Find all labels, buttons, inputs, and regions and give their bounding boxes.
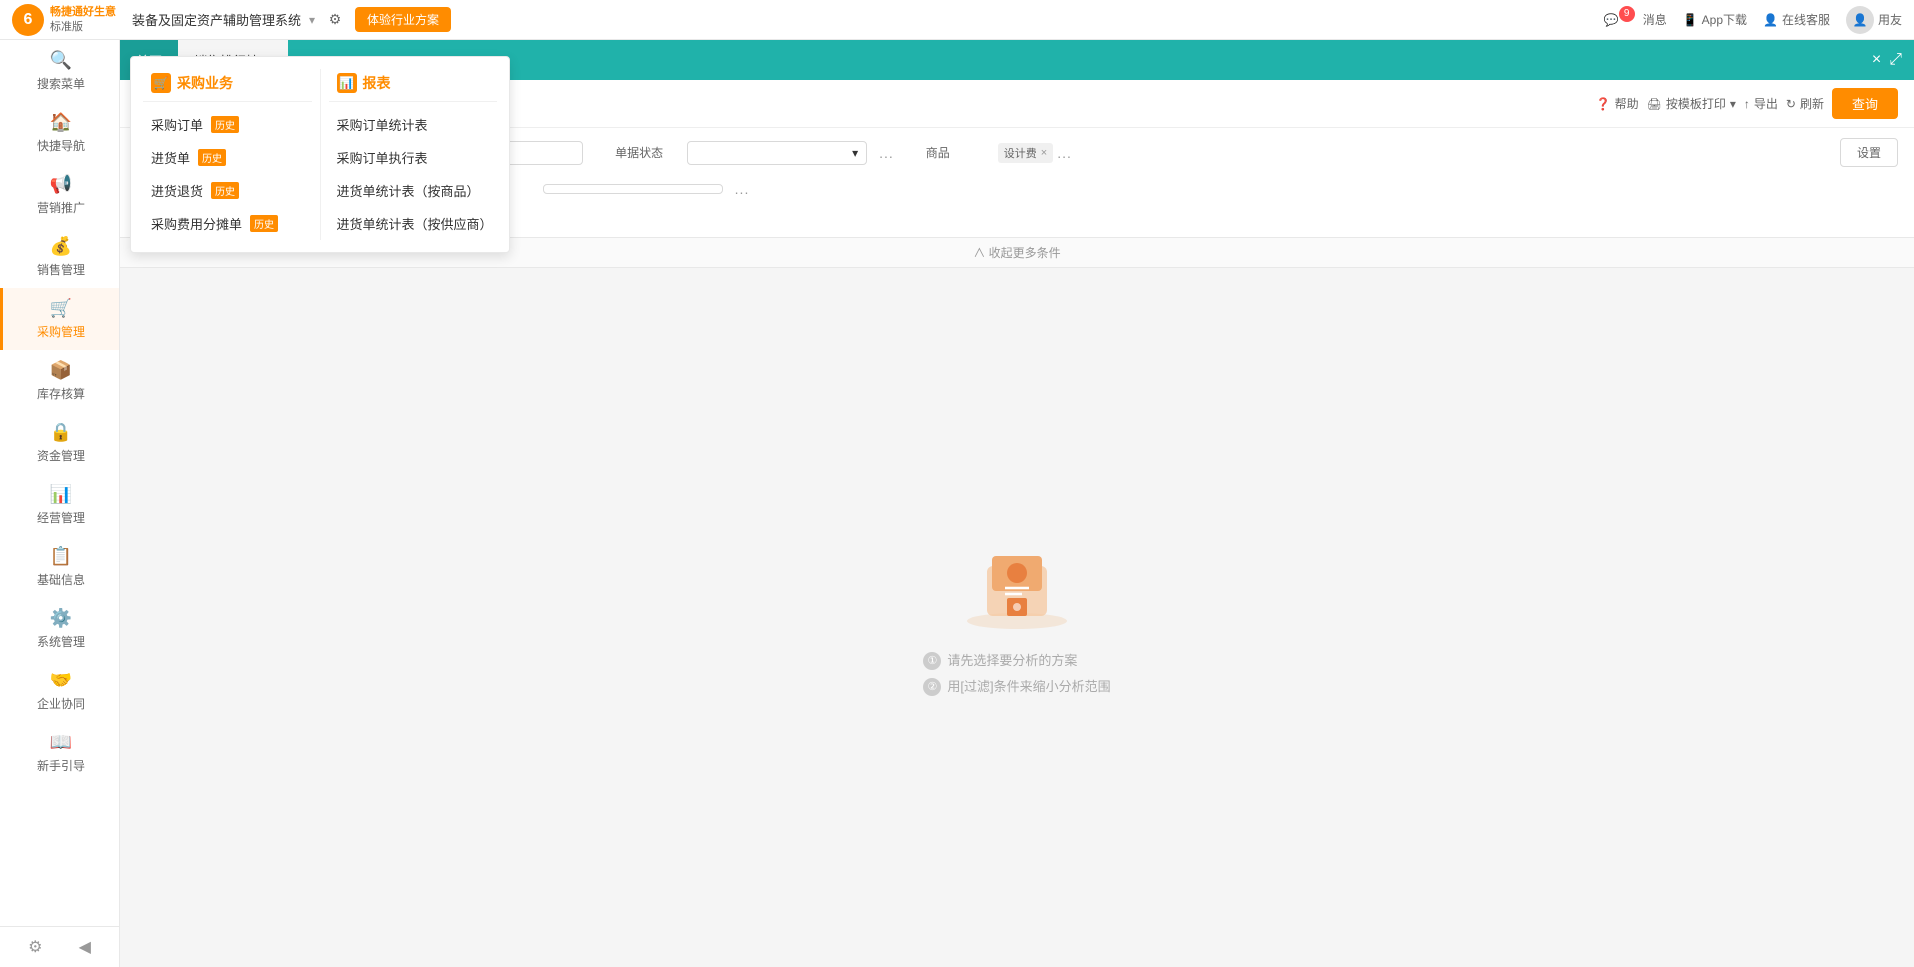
system-dropdown-arrow[interactable]: ▾ bbox=[309, 13, 315, 27]
menu-col-purchase-title: 🛒 采购业务 bbox=[143, 69, 312, 102]
history-badge-2: 历史 bbox=[198, 149, 226, 166]
home-icon: 🏠 bbox=[50, 112, 72, 133]
empty-state: ① 请先选择要分析的方案 ② 用[过滤]条件来缩小分析范围 bbox=[120, 268, 1914, 967]
guide-icon: 📖 bbox=[50, 732, 72, 753]
top-header: 6 畅捷通好生意 标准版 装备及固定资产辅助管理系统 ▾ ⚙ 体验行业方案 💬 … bbox=[0, 0, 1914, 40]
sidebar-item-nav[interactable]: 🏠 快捷导航 bbox=[0, 102, 119, 164]
service-icon: 👤 bbox=[1763, 13, 1778, 27]
basic-icon: 📋 bbox=[50, 546, 72, 567]
system-name: 装备及固定资产辅助管理系统 bbox=[132, 10, 301, 29]
goods-label: 商品 bbox=[926, 144, 986, 161]
logo-icon: 6 bbox=[12, 4, 44, 36]
print-btn[interactable]: 🖨 按模板打印 ▾ bbox=[1647, 95, 1736, 112]
sidebar-item-operation[interactable]: 📊 经营管理 bbox=[0, 474, 119, 536]
menu-item-goods-stat-by-goods[interactable]: 进货单统计表（按商品） bbox=[329, 174, 498, 207]
sidebar-settings-icon[interactable]: ⚙ bbox=[28, 937, 42, 957]
menu-col-report: 📊 报表 采购订单统计表 采购订单执行表 进货单统计表（按商品） 进货单统计表（… bbox=[329, 69, 498, 240]
history-badge-3: 历史 bbox=[211, 182, 239, 199]
operation-icon: 📊 bbox=[50, 484, 72, 505]
header-middle: 装备及固定资产辅助管理系统 ▾ ⚙ 体验行业方案 bbox=[132, 7, 1604, 32]
sidebar-bottom: ⚙ ◀ bbox=[0, 926, 119, 967]
sidebar-item-guide[interactable]: 📖 新手引导 bbox=[0, 722, 119, 784]
sidebar-item-inventory[interactable]: 📦 库存核算 bbox=[0, 350, 119, 412]
sidebar-item-system[interactable]: ⚙️ 系统管理 bbox=[0, 598, 119, 660]
user-avatar: 👤 bbox=[1846, 6, 1874, 34]
message-icon: 💬 bbox=[1604, 13, 1619, 27]
setting-button[interactable]: 设置 bbox=[1840, 138, 1898, 167]
inventory-icon: 📦 bbox=[50, 360, 72, 381]
goods-filter: 设计费 × ... bbox=[998, 143, 1072, 163]
status-select-arrow: ▾ bbox=[852, 146, 858, 160]
refresh-icon: ↻ bbox=[1786, 97, 1796, 111]
print-icon: 🖨 bbox=[1647, 97, 1662, 111]
sidebar-item-purchase[interactable]: 🛒 采购管理 bbox=[0, 288, 119, 350]
marketing-icon: 📢 bbox=[50, 174, 72, 195]
salesperson-ellipsis[interactable]: ... bbox=[735, 181, 750, 197]
logo-text: 畅捷通好生意 标准版 bbox=[50, 5, 116, 34]
gear-icon[interactable]: ⚙ bbox=[323, 8, 347, 32]
goods-tag-close[interactable]: × bbox=[1041, 147, 1047, 159]
sidebar-item-corp[interactable]: 🤝 企业协同 bbox=[0, 660, 119, 722]
help-btn[interactable]: ❓ 帮助 bbox=[1596, 95, 1639, 112]
hint-item-2: ② 用[过滤]条件来缩小分析范围 bbox=[923, 674, 1110, 700]
search-icon: 🔍 bbox=[50, 50, 72, 71]
corp-icon: 🤝 bbox=[50, 670, 72, 691]
header-right: 💬 9 消息 📱 App下载 👤 在线客服 👤 用友 bbox=[1604, 6, 1902, 34]
menu-item-purchase-order-stat[interactable]: 采购订单统计表 bbox=[329, 108, 498, 141]
menu-col-purchase: 🛒 采购业务 采购订单 历史 进货单 历史 进货退货 历史 采购费用分摊单 历史 bbox=[143, 69, 312, 240]
sidebar-item-search[interactable]: 🔍 搜索菜单 bbox=[0, 40, 119, 102]
status-ellipsis[interactable]: ... bbox=[879, 145, 894, 161]
sidebar-item-sales[interactable]: 💰 销售管理 bbox=[0, 226, 119, 288]
menu-item-purchase-order[interactable]: 采购订单 历史 bbox=[143, 108, 312, 141]
menu-item-goods-return[interactable]: 进货退货 历史 bbox=[143, 174, 312, 207]
menu-item-purchase-expense[interactable]: 采购费用分摊单 历史 bbox=[143, 207, 312, 240]
report-col-icon: 📊 bbox=[337, 73, 357, 93]
app-download-action[interactable]: 📱 App下载 bbox=[1683, 11, 1747, 28]
online-service-action[interactable]: 👤 在线客服 bbox=[1763, 11, 1830, 28]
sidebar-collapse-icon[interactable]: ◀ bbox=[79, 937, 91, 957]
sidebar-item-finance[interactable]: 🔒 资金管理 bbox=[0, 412, 119, 474]
menu-divider bbox=[320, 69, 321, 240]
hint-num-1: ① bbox=[923, 652, 941, 670]
industry-btn[interactable]: 体验行业方案 bbox=[355, 7, 451, 32]
empty-illustration bbox=[957, 536, 1077, 636]
hint-num-2: ② bbox=[923, 678, 941, 696]
menu-item-goods-receipt[interactable]: 进货单 历史 bbox=[143, 141, 312, 174]
sidebar: 🔍 搜索菜单 🏠 快捷导航 📢 营销推广 💰 销售管理 🛒 采购管理 📦 库存核… bbox=[0, 40, 120, 967]
user-action[interactable]: 👤 用友 bbox=[1846, 6, 1902, 34]
purchase-icon: 🛒 bbox=[50, 298, 72, 319]
history-badge-4: 历史 bbox=[250, 215, 278, 232]
sales-icon: 💰 bbox=[50, 236, 72, 257]
sidebar-item-marketing[interactable]: 📢 营销推广 bbox=[0, 164, 119, 226]
phone-icon: 📱 bbox=[1683, 13, 1698, 27]
finance-icon: 🔒 bbox=[50, 422, 72, 443]
purchase-dropdown-menu: 🛒 采购业务 采购订单 历史 进货单 历史 进货退货 历史 采购费用分摊单 历史… bbox=[130, 56, 510, 253]
menu-item-goods-stat-by-supplier[interactable]: 进货单统计表（按供应商） bbox=[329, 207, 498, 240]
tab-window-close-icon[interactable]: × bbox=[1872, 51, 1881, 69]
refresh-btn[interactable]: ↻ 刷新 bbox=[1786, 95, 1824, 112]
menu-item-purchase-order-exec[interactable]: 采购订单执行表 bbox=[329, 141, 498, 174]
sidebar-item-basic[interactable]: 📋 基础信息 bbox=[0, 536, 119, 598]
system-icon: ⚙️ bbox=[50, 608, 72, 629]
goods-tag: 设计费 × bbox=[998, 143, 1053, 163]
salesperson-select[interactable] bbox=[543, 184, 723, 194]
export-btn[interactable]: ↑ 导出 bbox=[1744, 95, 1778, 112]
menu-col-report-title: 📊 报表 bbox=[329, 69, 498, 102]
status-select[interactable]: ▾ bbox=[687, 141, 867, 165]
tab-actions: × ⤢ bbox=[1860, 51, 1914, 69]
query-button[interactable]: 查询 bbox=[1832, 88, 1898, 119]
print-dropdown-arrow[interactable]: ▾ bbox=[1730, 97, 1736, 111]
help-icon: ❓ bbox=[1596, 97, 1611, 111]
toolbar-right: ❓ 帮助 🖨 按模板打印 ▾ ↑ 导出 ↻ 刷新 查询 bbox=[1596, 88, 1898, 119]
export-icon: ↑ bbox=[1744, 97, 1750, 111]
status-label: 单据状态 bbox=[615, 144, 675, 161]
empty-hints: ① 请先选择要分析的方案 ② 用[过滤]条件来缩小分析范围 bbox=[923, 648, 1110, 700]
goods-ellipsis[interactable]: ... bbox=[1057, 145, 1072, 161]
history-badge-1: 历史 bbox=[211, 116, 239, 133]
logo-area: 6 畅捷通好生意 标准版 bbox=[12, 4, 132, 36]
tab-expand-icon[interactable]: ⤢ bbox=[1889, 51, 1902, 69]
purchase-col-icon: 🛒 bbox=[151, 73, 171, 93]
hint-item-1: ① 请先选择要分析的方案 bbox=[923, 648, 1110, 674]
message-action[interactable]: 💬 9 消息 bbox=[1604, 11, 1667, 28]
